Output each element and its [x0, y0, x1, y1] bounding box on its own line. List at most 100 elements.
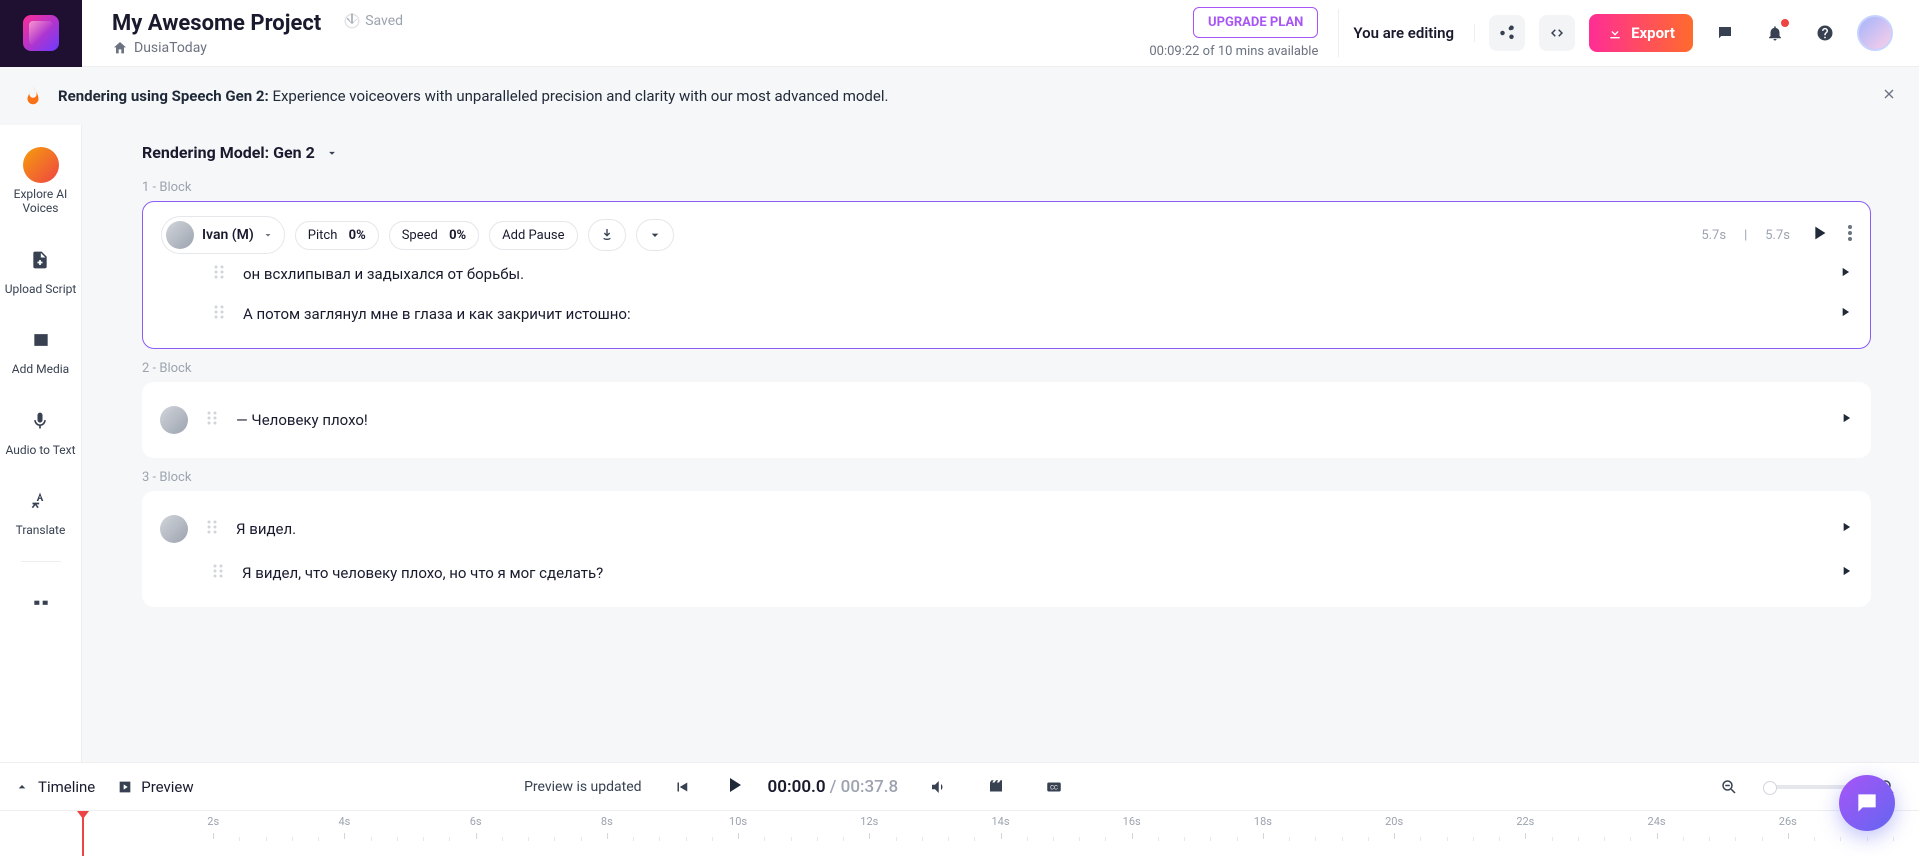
time-display: 00:00.0 / 00:37.8 — [768, 777, 899, 797]
ruler-tick: 2s — [207, 815, 219, 828]
pitch-control[interactable]: Pitch 0% — [295, 221, 379, 250]
fire-icon — [22, 85, 44, 107]
timeline-ruler[interactable]: 2s4s6s8s10s12s14s16s18s20s22s24s26s — [0, 811, 1919, 856]
code-icon — [1548, 24, 1566, 42]
block-menu-button[interactable] — [1848, 225, 1852, 245]
speed-control[interactable]: Speed 0% — [389, 221, 479, 250]
ruler-tick: 26s — [1779, 815, 1797, 828]
zoom-out-button[interactable] — [1711, 769, 1747, 805]
play-icon — [1839, 520, 1853, 534]
zoom-slider[interactable] — [1763, 785, 1853, 789]
share-button[interactable] — [1489, 15, 1525, 51]
upload-script-icon — [30, 250, 50, 270]
home-icon — [112, 40, 128, 56]
captions-button[interactable]: CC — [1036, 769, 1072, 805]
duration-b: 5.7s — [1765, 228, 1790, 243]
chat-icon — [1716, 24, 1734, 42]
line-play-button[interactable] — [1838, 265, 1852, 283]
sidebar-item-audio-to-text[interactable]: Audio to Text — [1, 395, 79, 465]
timeline-toggle[interactable]: Timeline — [14, 778, 95, 796]
play-box-icon — [117, 779, 133, 795]
add-pause-button[interactable]: Add Pause — [489, 221, 577, 250]
app-logo[interactable] — [0, 0, 82, 67]
ruler-tick: 14s — [991, 815, 1009, 828]
brand-name[interactable]: DusiaToday — [134, 40, 207, 56]
block-1[interactable]: Ivan (M) Pitch 0% Speed 0% Add Pause 5.7… — [142, 201, 1871, 349]
script-line[interactable]: — Человеку плохо! — [160, 396, 1853, 444]
ruler-tick: 12s — [860, 815, 878, 828]
ruler-tick: 22s — [1516, 815, 1534, 828]
saved-indicator: Saved — [343, 12, 403, 30]
block-play-button[interactable] — [1808, 222, 1830, 248]
ruler-tick: 6s — [470, 815, 482, 828]
export-button[interactable]: Export — [1589, 14, 1693, 52]
emphasis-icon — [599, 227, 615, 243]
block-3-label: 3 - Block — [142, 470, 1871, 485]
help-button[interactable] — [1807, 15, 1843, 51]
skip-start-button[interactable] — [664, 769, 700, 805]
block-2-label: 2 - Block — [142, 361, 1871, 376]
svg-text:CC: CC — [1050, 784, 1058, 791]
script-line[interactable]: Я видел, что человеку плохо, но что я мо… — [160, 553, 1853, 593]
line-play-button[interactable] — [1839, 411, 1853, 429]
volume-button[interactable] — [920, 769, 956, 805]
grid-icon — [31, 594, 51, 614]
sidebar-item-voices[interactable]: Explore AI Voices — [0, 139, 81, 224]
media-icon — [31, 330, 51, 350]
video-settings-button[interactable] — [978, 769, 1014, 805]
sidebar-item-add-media[interactable]: Add Media — [8, 314, 73, 384]
chat-support-button[interactable] — [1839, 775, 1895, 831]
play-icon — [1839, 564, 1853, 578]
drag-handle[interactable] — [213, 304, 225, 324]
block-1-label: 1 - Block — [142, 180, 1871, 195]
banner-title: Rendering using Speech Gen 2: — [58, 87, 269, 105]
ruler-tick: 8s — [601, 815, 613, 828]
bell-icon — [1766, 24, 1784, 42]
notifications-button[interactable] — [1757, 15, 1793, 51]
user-avatar[interactable] — [1857, 15, 1893, 51]
upgrade-plan-button[interactable]: UPGRADE PLAN — [1193, 7, 1318, 38]
line-play-button[interactable] — [1838, 305, 1852, 323]
sidebar-item-translate[interactable]: Translate — [12, 475, 70, 545]
zoom-out-icon — [1720, 778, 1738, 796]
drag-handle[interactable] — [212, 563, 224, 583]
preview-toggle[interactable]: Preview — [117, 778, 193, 796]
emphasis-button[interactable] — [588, 219, 626, 251]
line-play-button[interactable] — [1839, 520, 1853, 538]
rendering-model-selector[interactable]: Rendering Model: Gen 2 — [142, 143, 1871, 162]
preview-status: Preview is updated — [524, 779, 641, 795]
ruler-tick: 20s — [1385, 815, 1403, 828]
drag-handle[interactable] — [206, 519, 218, 539]
line-play-button[interactable] — [1839, 564, 1853, 582]
saved-label: Saved — [365, 13, 403, 29]
drag-handle[interactable] — [213, 264, 225, 284]
script-line[interactable]: он всхлипывал и задыхался от борьбы. — [161, 254, 1852, 294]
sidebar-item-more[interactable] — [19, 578, 63, 630]
play-button[interactable] — [722, 773, 746, 801]
banner-close-button[interactable] — [1881, 86, 1897, 106]
help-icon — [1816, 24, 1834, 42]
script-line[interactable]: Я видел. — [160, 505, 1853, 553]
block-2[interactable]: — Человеку плохо! — [142, 382, 1871, 458]
messages-button[interactable] — [1707, 15, 1743, 51]
more-vertical-icon — [1848, 225, 1852, 241]
sidebar-item-upload-script[interactable]: Upload Script — [1, 234, 81, 304]
share-icon — [1498, 24, 1516, 42]
embed-button[interactable] — [1539, 15, 1575, 51]
voice-selector[interactable]: Ivan (M) — [161, 216, 285, 254]
script-line[interactable]: А потом заглянул мне в глаза и как закри… — [161, 294, 1852, 334]
project-title[interactable]: My Awesome Project — [112, 11, 321, 36]
block-3[interactable]: Я видел. Я видел, что человеку плохо, но… — [142, 491, 1871, 607]
more-options-button[interactable] — [636, 219, 674, 251]
close-icon — [1881, 86, 1897, 102]
time-available: 00:09:22 of 10 mins available — [1149, 44, 1318, 59]
voice-avatar-icon — [23, 147, 59, 183]
translate-icon — [30, 491, 50, 511]
play-icon — [1838, 305, 1852, 319]
ruler-tick: 18s — [1254, 815, 1272, 828]
chat-bubble-icon — [1854, 790, 1880, 816]
ruler-tick: 4s — [338, 815, 350, 828]
play-icon — [1838, 265, 1852, 279]
drag-handle[interactable] — [206, 410, 218, 430]
skip-previous-icon — [673, 778, 691, 796]
